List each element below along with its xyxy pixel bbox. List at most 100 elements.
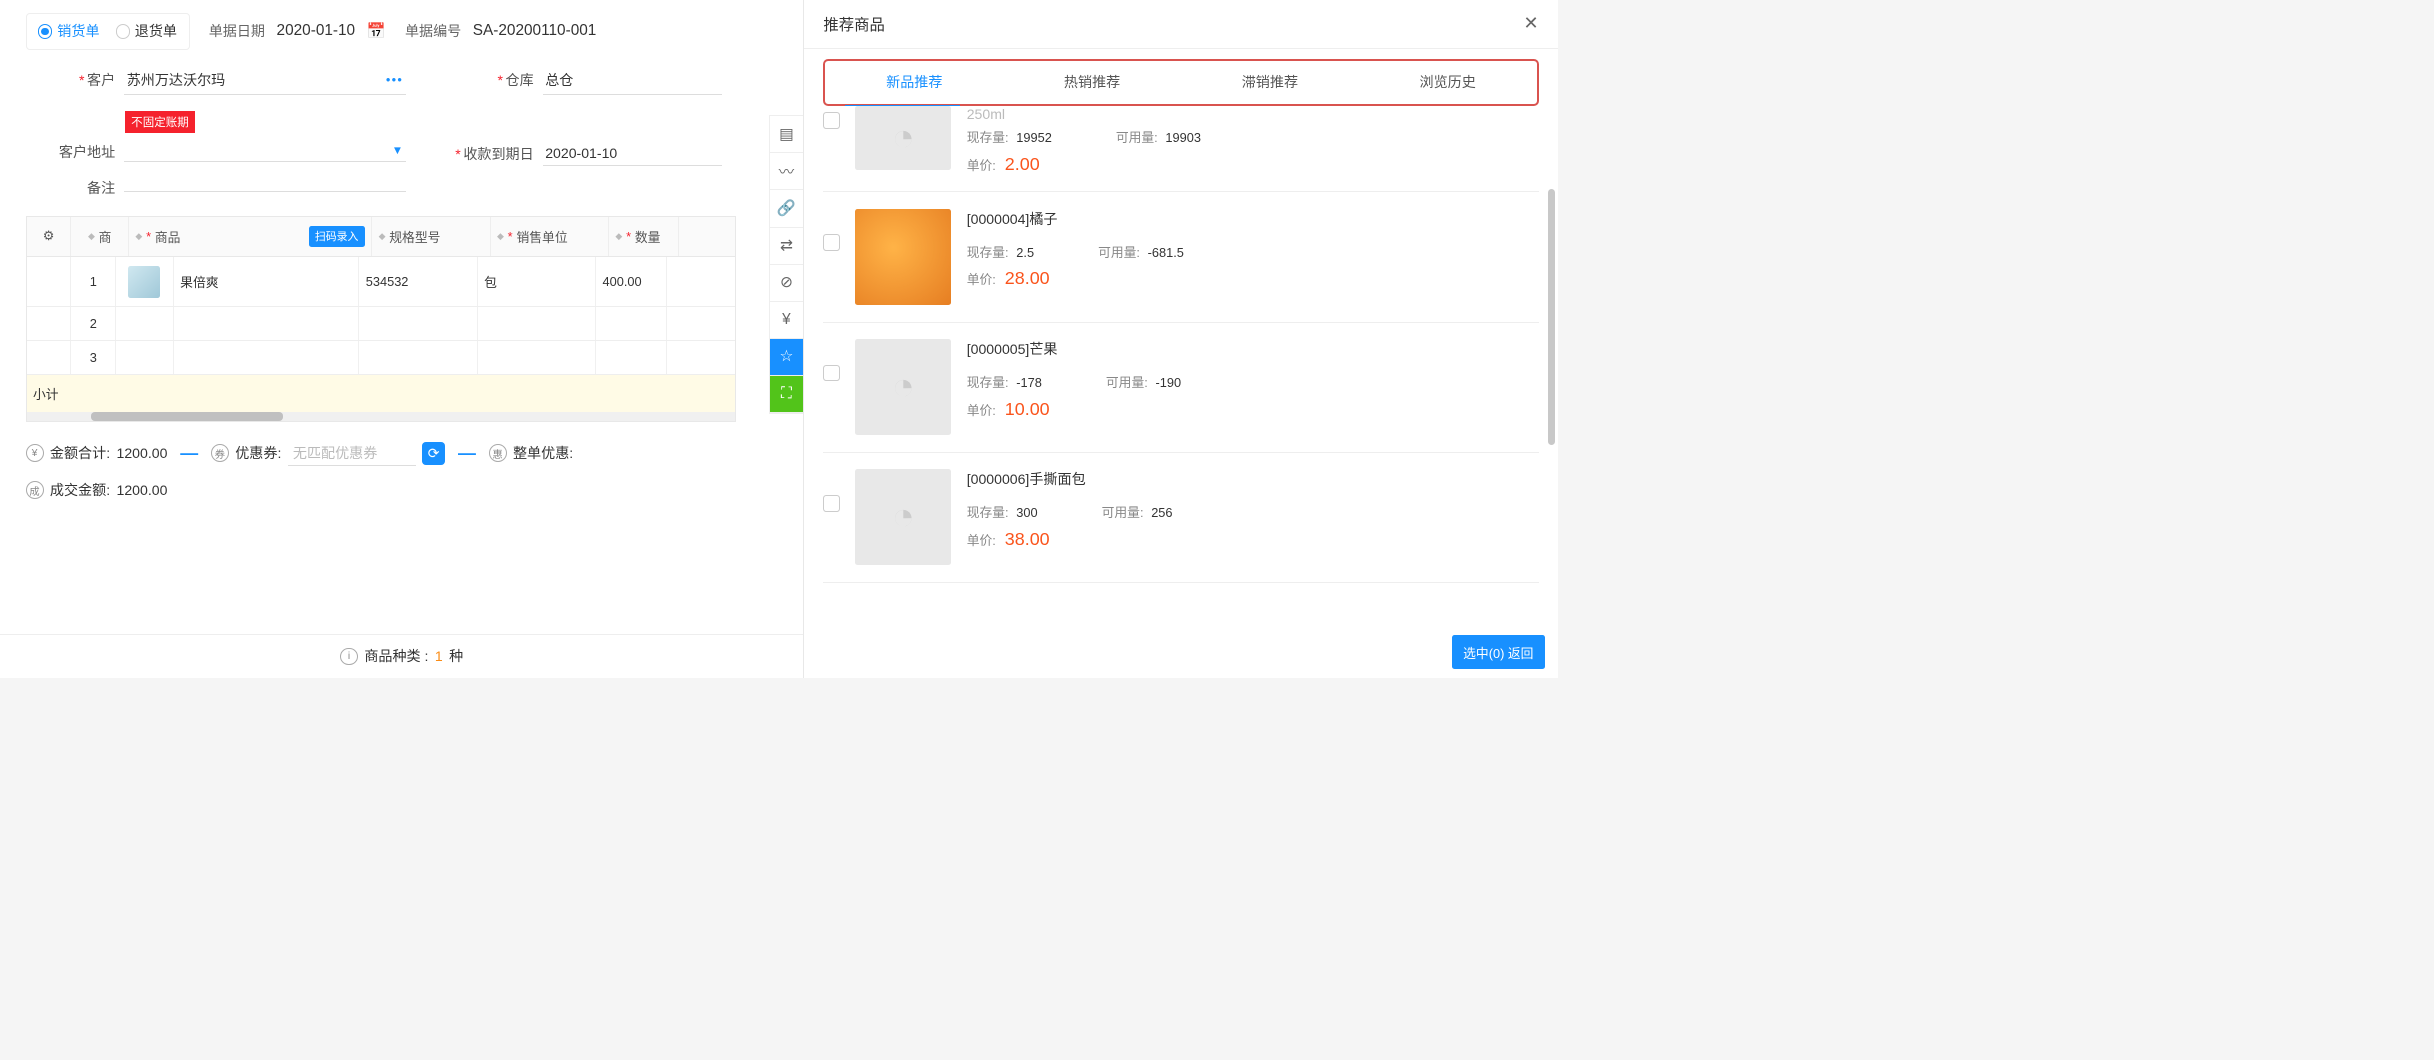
product-thumbnail <box>128 266 160 298</box>
product-checkbox[interactable] <box>823 112 840 129</box>
toolbar-swap-icon[interactable]: ⇄ <box>770 228 804 265</box>
price-value: 28.00 <box>1005 268 1050 288</box>
account-period-badge: 不固定账期 <box>125 111 195 132</box>
spec-cell[interactable]: 534532 <box>359 257 477 307</box>
info-icon: i <box>340 648 358 666</box>
total-label: 整单优惠: <box>513 443 573 463</box>
field-label: 客户地址 <box>26 142 116 162</box>
refresh-button[interactable]: ⟳ <box>422 442 445 465</box>
col-header-qty[interactable]: ◆*数量 <box>609 217 679 256</box>
calendar-icon[interactable]: 📅 <box>367 22 386 41</box>
more-dots-icon[interactable]: ••• <box>386 72 403 87</box>
product-count-value: 1 <box>435 648 443 664</box>
field-label: 备注 <box>26 178 116 198</box>
field-label: *收款到期日 <box>444 144 534 164</box>
product-card: ◔ [0000006]手撕面包 现存量:300 可用量:256 单价:38.00 <box>823 453 1538 583</box>
toolbar-doc-icon[interactable]: ▤ <box>770 116 804 153</box>
stock-label: 现存量: <box>967 245 1009 260</box>
field-value: 2020-01-10 <box>277 22 356 40</box>
avail-value: -681.5 <box>1148 245 1184 260</box>
toolbar-currency-icon[interactable]: ¥ <box>770 302 804 339</box>
radio-label: 退货单 <box>135 21 177 41</box>
vertical-scrollbar[interactable] <box>1548 189 1556 445</box>
subtotal-row: 小计 <box>27 375 735 412</box>
panel-header: 推荐商品 ✕ <box>804 0 1558 49</box>
toolbar-cancel-icon[interactable]: ⊘ <box>770 265 804 302</box>
unit-cell[interactable]: 包 <box>478 257 596 307</box>
col-header-unit[interactable]: ◆*销售单位 <box>491 217 609 256</box>
table-row[interactable]: 3 <box>27 341 735 375</box>
warehouse-input[interactable]: 总仓 <box>543 66 722 95</box>
stock-label: 现存量: <box>967 375 1009 390</box>
product-grid: ⚙ ◆商 ◆*商品扫码录入 ◆规格型号 ◆*销售单位 ◆*数量 1 果倍爽 53… <box>26 216 736 423</box>
radio-label: 销货单 <box>57 21 99 41</box>
stock-label: 现存量: <box>967 505 1009 520</box>
scan-input-button[interactable]: 扫码录入 <box>309 226 365 247</box>
minus-icon: — <box>458 443 476 464</box>
product-image <box>855 209 951 305</box>
row-index: 3 <box>71 341 116 374</box>
row-index: 1 <box>71 257 116 307</box>
select-return-button[interactable]: 选中(0) 返回 <box>1452 635 1545 669</box>
toolbar-link-icon[interactable]: 🔗 <box>770 190 804 227</box>
discount-icon: 惠 <box>489 444 507 462</box>
remark-input[interactable] <box>124 183 406 192</box>
stock-value: 2.5 <box>1016 245 1034 260</box>
placeholder-icon: ◔ <box>892 495 915 539</box>
customer-field: *客户 苏州万达沃尔玛 ••• <box>26 66 406 95</box>
product-card: ◔ [0000005]芒果 现存量:-178 可用量:-190 单价:10.00 <box>823 323 1538 453</box>
tab-hot-products[interactable]: 热销推荐 <box>1003 61 1181 104</box>
doc-header: 销货单 退货单 单据日期 2020-01-10 📅 单据编号 SA-202001… <box>26 13 778 50</box>
coupon-input[interactable]: 无匹配优惠券 <box>288 440 416 466</box>
price-label: 单价: <box>967 533 996 548</box>
deal-icon: 成 <box>26 481 44 499</box>
field-value: SA-20200110-001 <box>473 22 597 40</box>
col-header-spec[interactable]: ◆规格型号 <box>372 217 490 256</box>
total-label: 成交金额: <box>50 480 110 500</box>
toolbar-chart-icon[interactable]: 〰 <box>770 153 804 190</box>
price-value: 10.00 <box>1005 399 1050 419</box>
field-label: 单据日期 <box>209 21 265 41</box>
qty-cell[interactable]: 400.00 <box>596 257 666 307</box>
product-list[interactable]: ◔ 250ml 现存量:19952 可用量:19903 单价:2.00 [000… <box>804 106 1558 679</box>
close-icon[interactable]: ✕ <box>1524 13 1539 34</box>
price-label: 单价: <box>967 272 996 287</box>
product-checkbox[interactable] <box>823 365 840 382</box>
product-checkbox[interactable] <box>823 495 840 512</box>
avail-label: 可用量: <box>1116 130 1158 145</box>
field-label: *仓库 <box>444 70 534 90</box>
tab-history[interactable]: 浏览历史 <box>1359 61 1537 104</box>
toolbar-expand-icon[interactable]: ⛶ <box>770 376 804 413</box>
tab-new-products[interactable]: 新品推荐 <box>825 61 1003 104</box>
radio-sales-order[interactable]: 销货单 <box>38 21 99 41</box>
product-image: ◔ <box>855 339 951 435</box>
stock-value: 300 <box>1016 505 1037 520</box>
totals-area: ¥ 金额合计: 1200.00 — 券 优惠券: 无匹配优惠券 ⟳ — 惠 整单… <box>26 440 778 500</box>
due-date-input[interactable]: 2020-01-10 <box>543 141 722 166</box>
table-row[interactable]: 2 <box>27 307 735 341</box>
address-field: 客户地址 ▼ <box>26 141 406 162</box>
grid-header: ⚙ ◆商 ◆*商品扫码录入 ◆规格型号 ◆*销售单位 ◆*数量 <box>27 217 735 257</box>
address-select[interactable]: ▼ <box>124 141 406 162</box>
side-toolbar: ▤ 〰 🔗 ⇄ ⊘ ¥ ☆ ⛶ <box>769 115 804 414</box>
tab-slow-products[interactable]: 滞销推荐 <box>1181 61 1359 104</box>
horizontal-scrollbar[interactable] <box>27 412 735 421</box>
total-value: 1200.00 <box>117 445 168 461</box>
recommend-panel: 推荐商品 ✕ 新品推荐 热销推荐 滞销推荐 浏览历史 ◔ 250ml 现存量:1… <box>803 0 1558 678</box>
settings-column[interactable]: ⚙ <box>27 217 72 256</box>
customer-input[interactable]: 苏州万达沃尔玛 ••• <box>124 66 406 95</box>
scrollbar-thumb[interactable] <box>91 412 283 421</box>
avail-label: 可用量: <box>1106 375 1148 390</box>
product-image: ◔ <box>855 106 951 170</box>
toolbar-star-icon[interactable]: ☆ <box>770 339 804 376</box>
row-index: 2 <box>71 307 116 340</box>
col-header-product[interactable]: ◆*商品扫码录入 <box>129 217 372 256</box>
doc-date-field[interactable]: 单据日期 2020-01-10 📅 <box>209 21 386 41</box>
col-header-image[interactable]: ◆商 <box>71 217 129 256</box>
table-row[interactable]: 1 果倍爽 534532 包 400.00 <box>27 257 735 308</box>
price-value: 38.00 <box>1005 529 1050 549</box>
radio-return-order[interactable]: 退货单 <box>116 21 177 41</box>
product-name-cell[interactable]: 果倍爽 <box>174 257 360 307</box>
avail-value: 256 <box>1151 505 1172 520</box>
product-checkbox[interactable] <box>823 234 840 251</box>
